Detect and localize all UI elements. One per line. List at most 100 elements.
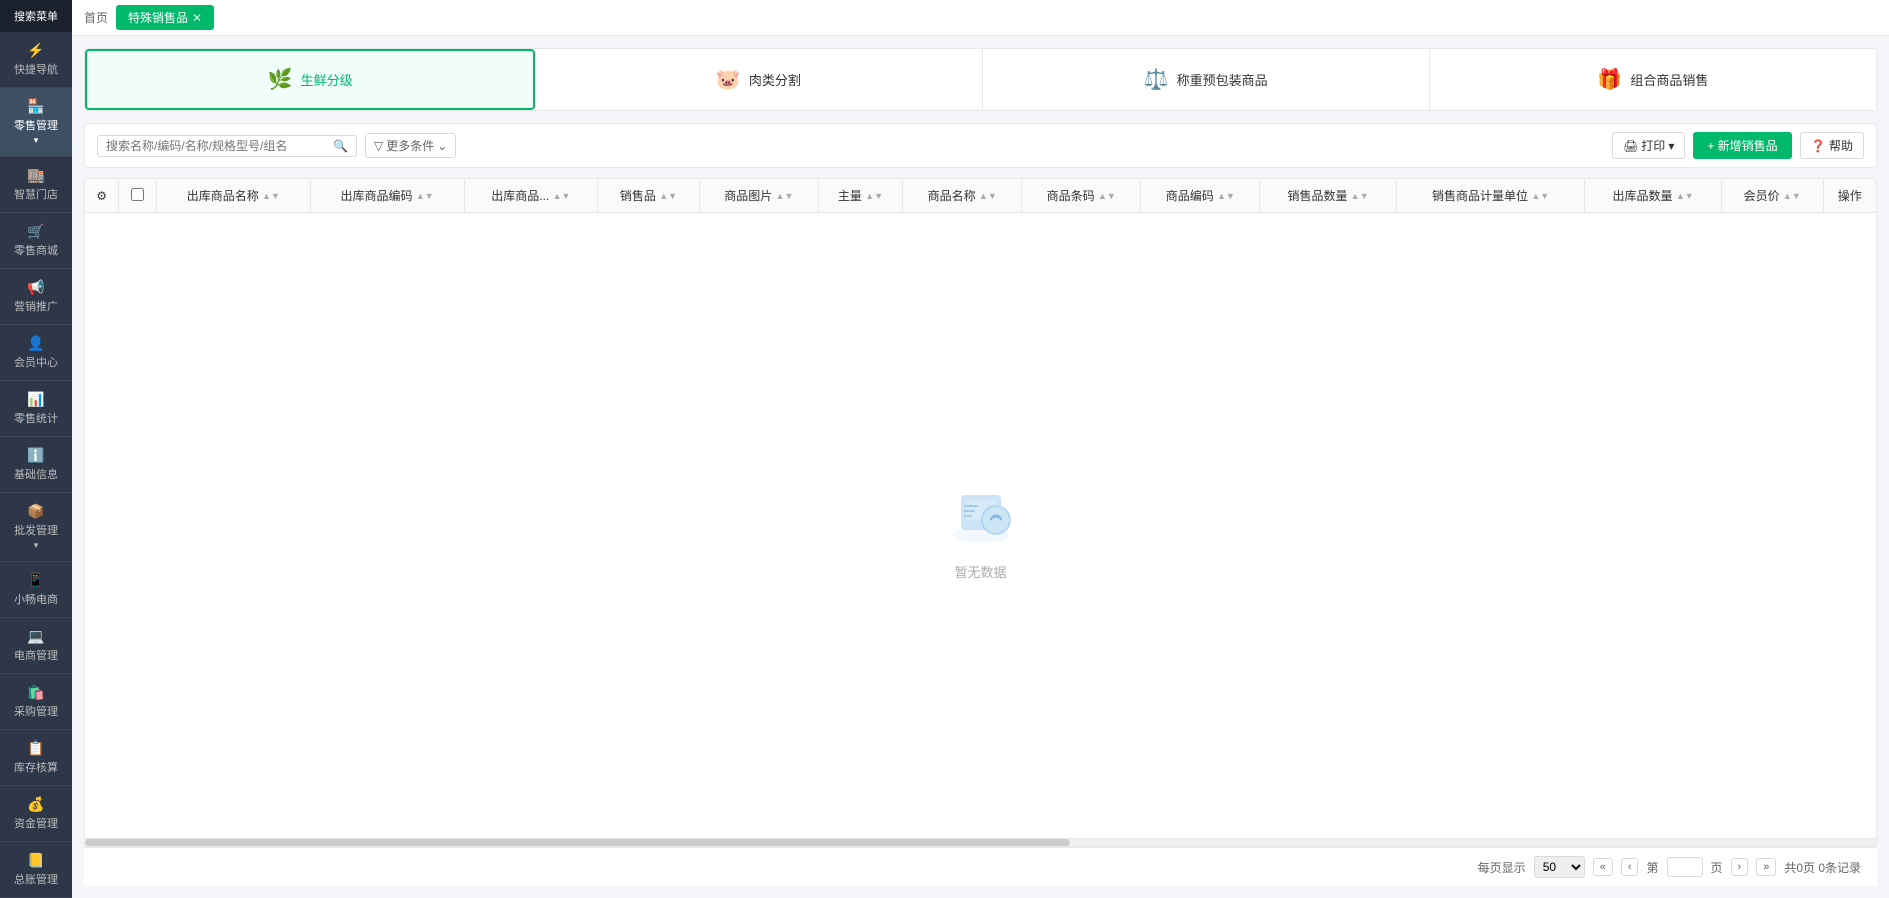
quick-nav-icon: ⚡ (27, 42, 44, 59)
col-actions: 操作 (1823, 179, 1876, 213)
new-label: + 新增销售品 (1707, 137, 1777, 154)
help-label: 帮助 (1829, 139, 1853, 153)
print-label: 打印 (1641, 137, 1665, 154)
help-icon: ❓ (1811, 139, 1826, 153)
empty-state: 暂无数据 (85, 213, 1876, 838)
weigh-pack-icon: ⚖️ (1144, 67, 1169, 92)
inventory-icon: 📋 (27, 740, 44, 757)
sales-promo-icon: 📢 (27, 279, 44, 296)
sidebar: 搜索菜单 ⚡ 快捷导航 🏪 零售管理 🏬 智慧门店 🛒 零售商城 📢 营销推广 … (0, 0, 72, 898)
page-number-input[interactable]: 1 (1667, 857, 1703, 877)
sort-icon: ▲▼ (262, 192, 280, 201)
select-all-checkbox[interactable] (131, 188, 144, 201)
sidebar-item-retail-mgmt[interactable]: 🏪 零售管理 (0, 88, 72, 157)
search-input[interactable] (106, 139, 329, 153)
col-out-spec[interactable]: 出库商品... ▲▼ (464, 179, 598, 213)
page-size-select[interactable]: 10 20 50 100 (1534, 856, 1585, 878)
total-label: 共0页 0条记录 (1784, 859, 1861, 876)
col-settings[interactable]: ⚙ (85, 179, 119, 213)
col-main-weight[interactable]: 主量 ▲▼ (818, 179, 902, 213)
sidebar-item-label: 基础信息 (14, 466, 58, 482)
col-product-code[interactable]: 商品编码 ▲▼ (1141, 179, 1260, 213)
main-area: 首页 特殊销售品 ✕ 🌿 生鲜分级 🐷 肉类分割 ⚖️ 称重预包装商品 🎁 组合… (72, 0, 1889, 898)
sidebar-item-wholesale-mgmt[interactable]: 📦 批发管理 (0, 493, 72, 562)
first-page-button[interactable]: « (1593, 858, 1613, 876)
sidebar-item-label: 快捷导航 (14, 61, 58, 77)
col-out-name[interactable]: 出库商品名称 ▲▼ (156, 179, 310, 213)
sidebar-item-label: 营销推广 (14, 298, 58, 314)
chevron-down-icon: ▾ (1668, 139, 1674, 153)
active-tab[interactable]: 特殊销售品 ✕ (116, 5, 214, 30)
horizontal-scrollbar[interactable] (85, 838, 1876, 846)
sidebar-item-member-center[interactable]: 👤 会员中心 (0, 325, 72, 381)
col-sales-qty[interactable]: 销售品数量 ▲▼ (1260, 179, 1396, 213)
fresh-grade-icon: 🌿 (268, 67, 293, 92)
sort-icon: ▲▼ (865, 192, 883, 201)
prev-page-button[interactable]: ‹ (1621, 858, 1639, 876)
col-out-qty[interactable]: 出库品数量 ▲▼ (1585, 179, 1721, 213)
cat-tab-combo-sales[interactable]: 🎁 组合商品销售 (1430, 49, 1876, 110)
sidebar-item-mini-ecom[interactable]: 📱 小畅电商 (0, 562, 72, 618)
close-tab-icon[interactable]: ✕ (192, 11, 202, 25)
col-barcode[interactable]: 商品条码 ▲▼ (1022, 179, 1141, 213)
sidebar-item-label: 电商管理 (14, 647, 58, 663)
content-area: 🌿 生鲜分级 🐷 肉类分割 ⚖️ 称重预包装商品 🎁 组合商品销售 🔍 (72, 36, 1889, 898)
sort-icon: ▲▼ (553, 192, 571, 201)
cat-tab-weigh-label: 称重预包装商品 (1177, 70, 1268, 89)
cat-tab-meat-label: 肉类分割 (749, 70, 801, 89)
sidebar-item-ecom-mgmt[interactable]: 💻 电商管理 (0, 618, 72, 674)
empty-text: 暂无数据 (954, 562, 1006, 581)
col-product-name[interactable]: 商品名称 ▲▼ (903, 179, 1022, 213)
sort-icon: ▲▼ (416, 192, 434, 201)
col-out-code[interactable]: 出库商品编码 ▲▼ (310, 179, 464, 213)
sidebar-item-label: 库存核算 (14, 759, 58, 775)
sidebar-item-sales-promo[interactable]: 📢 营销推广 (0, 269, 72, 325)
sidebar-item-label: 批发管理 (14, 522, 58, 538)
sidebar-item-finance[interactable]: 💰 资金管理 (0, 786, 72, 842)
cat-tab-meat-cut[interactable]: 🐷 肉类分割 (535, 49, 982, 110)
last-page-button[interactable]: » (1756, 858, 1776, 876)
scrollbar-thumb[interactable] (85, 839, 1070, 846)
sidebar-item-inventory[interactable]: 📋 库存核算 (0, 730, 72, 786)
toolbar-left: 🔍 ▽ 更多条件 ⌄ (97, 133, 456, 158)
retail-mgmt-icon: 🏪 (27, 98, 44, 115)
sidebar-item-ledger[interactable]: 📒 总账管理 (0, 842, 72, 898)
toolbar-right: 🖨 打印 ▾ + 新增销售品 ❓ 帮助 (1612, 132, 1864, 159)
new-sales-product-button[interactable]: + 新增销售品 (1693, 132, 1791, 159)
meat-cut-icon: 🐷 (716, 67, 741, 92)
sidebar-item-smart-store[interactable]: 🏬 智慧门店 (0, 157, 72, 213)
active-tab-label: 特殊销售品 (128, 9, 188, 26)
ledger-icon: 📒 (27, 852, 44, 869)
purchase-mgmt-icon: 🛍️ (27, 684, 44, 701)
sort-icon: ▲▼ (659, 192, 677, 201)
cat-tab-fresh-grade[interactable]: 🌿 生鲜分级 (85, 49, 535, 110)
home-breadcrumb[interactable]: 首页 (84, 9, 108, 26)
col-sales-product[interactable]: 销售品 ▲▼ (598, 179, 700, 213)
sidebar-item-quick-nav[interactable]: ⚡ 快捷导航 (0, 32, 72, 88)
data-table: ⚙ 出库商品名称 ▲▼ 出库商品编码 ▲▼ 出库商品... ▲▼ 销售品 ▲▼ … (85, 179, 1876, 213)
sidebar-item-retail-mall[interactable]: 🛒 零售商城 (0, 213, 72, 269)
search-box[interactable]: 🔍 (97, 135, 357, 157)
mini-ecom-icon: 📱 (27, 572, 44, 589)
col-sales-unit[interactable]: 销售商品计量单位 ▲▼ (1396, 179, 1585, 213)
next-page-button[interactable]: › (1731, 858, 1749, 876)
sidebar-item-label: 采购管理 (14, 703, 58, 719)
sidebar-item-retail-stats[interactable]: 📊 零售统计 (0, 381, 72, 437)
col-checkbox[interactable] (119, 179, 157, 213)
wholesale-mgmt-icon: 📦 (27, 503, 44, 520)
sidebar-item-purchase-mgmt[interactable]: 🛍️ 采购管理 (0, 674, 72, 730)
print-button[interactable]: 🖨 打印 ▾ (1612, 132, 1685, 159)
combo-sales-icon: 🎁 (1597, 67, 1622, 92)
cat-tab-weigh-pack[interactable]: ⚖️ 称重预包装商品 (983, 49, 1430, 110)
sidebar-item-label: 会员中心 (14, 354, 58, 370)
cat-tab-fresh-label: 生鲜分级 (301, 70, 353, 89)
sidebar-item-basic-info[interactable]: ℹ️ 基础信息 (0, 437, 72, 493)
ecom-mgmt-icon: 💻 (27, 628, 44, 645)
empty-illustration (941, 470, 1021, 550)
page-label: 第 (1646, 859, 1658, 876)
sidebar-logo: 搜索菜单 (0, 0, 72, 32)
col-product-img[interactable]: 商品图片 ▲▼ (699, 179, 818, 213)
help-button[interactable]: ❓ 帮助 (1800, 132, 1864, 159)
filter-button[interactable]: ▽ 更多条件 ⌄ (365, 133, 456, 158)
col-member-price[interactable]: 会员价 ▲▼ (1721, 179, 1823, 213)
